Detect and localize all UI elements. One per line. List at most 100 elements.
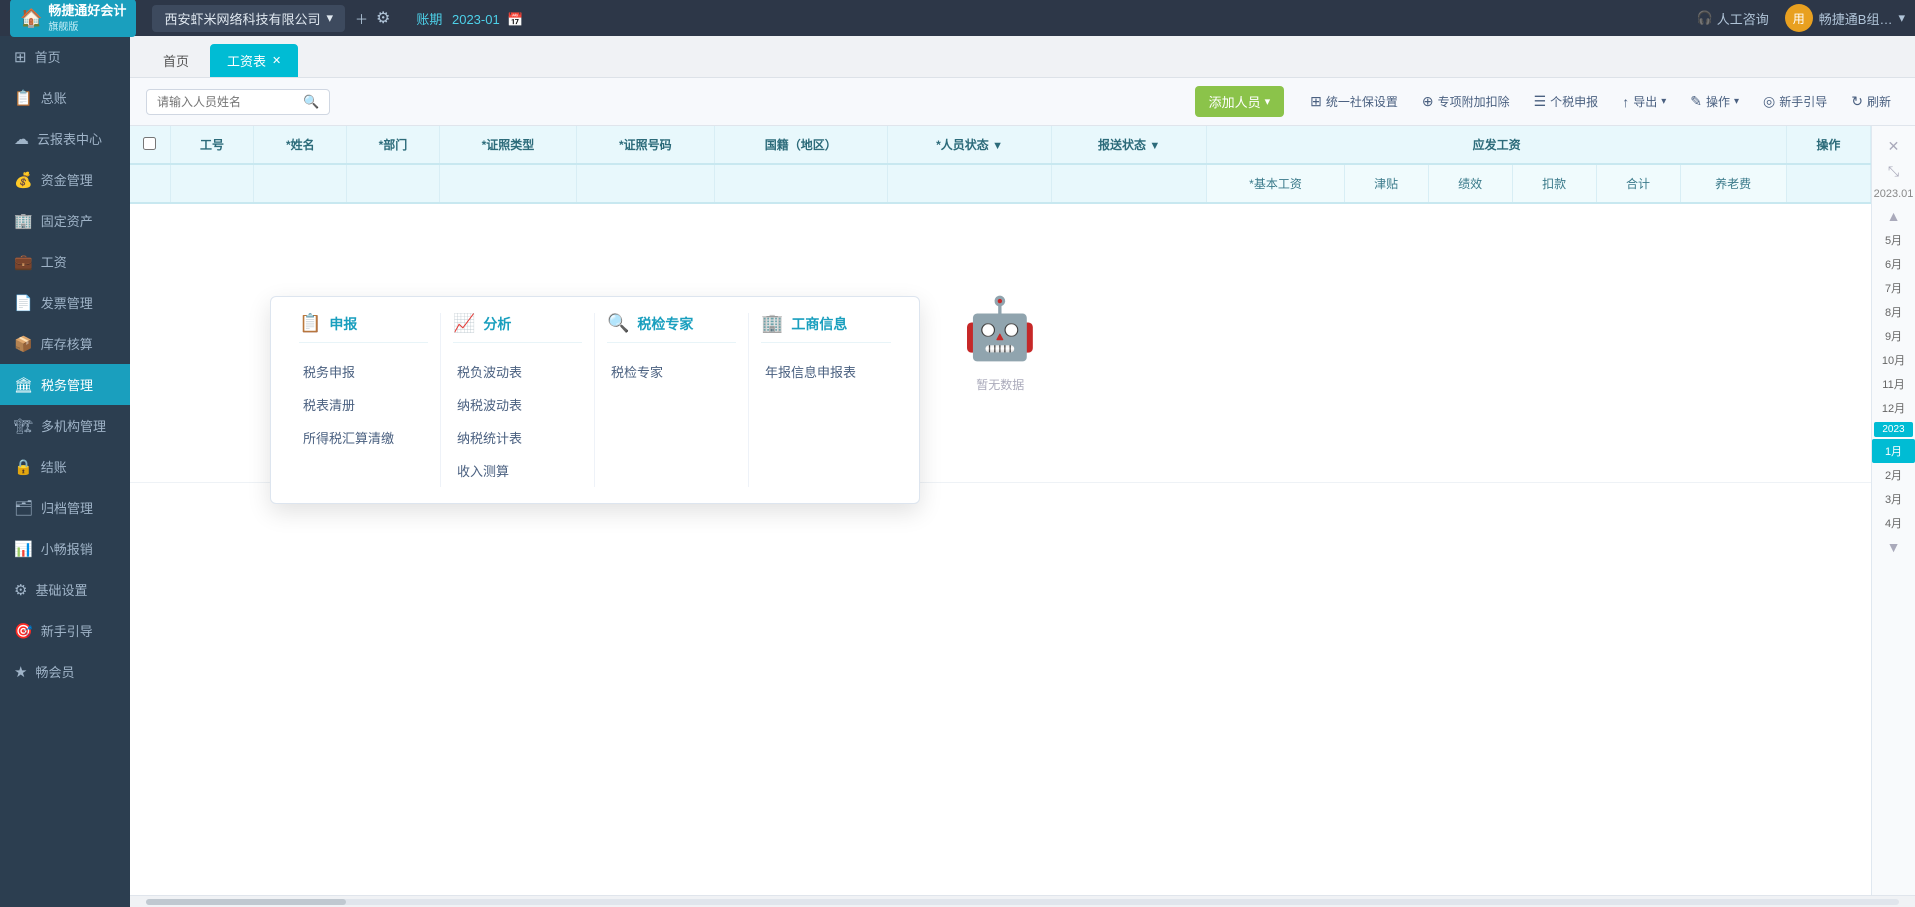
timeline-month-3[interactable]: 3月: [1872, 487, 1915, 511]
search-wrap: 🔍: [146, 89, 330, 115]
timeline-month-1[interactable]: 1月: [1872, 439, 1915, 463]
no-data-icon: 🤖: [963, 293, 1038, 364]
status-filter-icon[interactable]: ▼: [992, 140, 1003, 152]
header-period: 账期 2023-01 📅: [410, 9, 523, 28]
operation-btn[interactable]: ✎ 操作 ▾: [1682, 89, 1747, 114]
report-filter-icon[interactable]: ▼: [1149, 140, 1160, 152]
timeline-current-year: 2023: [1874, 422, 1913, 437]
th-sub-empty-6: [714, 164, 888, 203]
sidebar-item-member[interactable]: ★ 畅会员: [0, 651, 130, 692]
scroll-thumb[interactable]: [146, 899, 346, 905]
main-layout: ⊞ 首页 📋 总账 ☁ 云报表中心 💰 资金管理 🏢 固定资产 💼 工资 📄 发…: [0, 36, 1915, 907]
popup-item-income-settlement[interactable]: 所得税汇算清缴: [299, 421, 428, 454]
fen-xi-label: 分析: [483, 314, 511, 334]
sidebar-label-guide: 新手引导: [41, 621, 93, 640]
guide-icon: 🎯: [14, 622, 33, 640]
export-btn[interactable]: ↑ 导出 ▾: [1614, 89, 1674, 114]
user-chevron-icon: ▾: [1898, 10, 1905, 26]
timeline-month-6[interactable]: 6月: [1872, 252, 1915, 276]
user-area[interactable]: 用 畅捷通B组… ▾: [1785, 4, 1905, 32]
sidebar-item-invoice[interactable]: 📄 发票管理: [0, 282, 130, 323]
select-all-checkbox[interactable]: [143, 137, 156, 150]
timeline-expand-icon[interactable]: ⤡: [1884, 159, 1903, 184]
th-report-status: 报送状态 ▼: [1052, 126, 1207, 164]
timeline-month-4[interactable]: 4月: [1872, 511, 1915, 535]
th-sub-empty-2: [254, 164, 347, 203]
header-right: 🎧 人工咨询 用 畅捷通B组… ▾: [1697, 4, 1905, 32]
timeline-month-7[interactable]: 7月: [1872, 276, 1915, 300]
popup-item-annual-report[interactable]: 年报信息申报表: [761, 355, 891, 388]
sidebar-item-tax[interactable]: 🏛 税务管理: [0, 364, 130, 405]
th-wage-group: 应发工资: [1207, 126, 1787, 164]
fen-xi-icon: 📈: [453, 313, 475, 334]
salary-icon: 💼: [14, 253, 33, 271]
support-button[interactable]: 🎧 人工咨询: [1697, 9, 1769, 28]
timeline-up-arrow[interactable]: ▲: [1883, 204, 1905, 228]
popup-item-tax-table[interactable]: 税表清册: [299, 388, 428, 421]
popup-item-tax-rate-fluctuation[interactable]: 纳税波动表: [453, 388, 582, 421]
tab-salary-label: 工资表: [227, 51, 266, 70]
popup-item-tax-declaration[interactable]: 税务申报: [299, 355, 428, 388]
timeline-close-icon[interactable]: ✕: [1884, 134, 1904, 159]
timeline-month-10[interactable]: 10月: [1872, 348, 1915, 372]
sidebar-label-cloud: 云报表中心: [37, 129, 102, 148]
search-input[interactable]: [157, 95, 297, 109]
sidebar-label-fund: 资金管理: [41, 170, 93, 189]
timeline-month-8[interactable]: 8月: [1872, 300, 1915, 324]
sidebar-item-stock[interactable]: 📦 库存核算: [0, 323, 130, 364]
refresh-btn[interactable]: ↻ 刷新: [1843, 89, 1899, 114]
add-company-icon[interactable]: ＋: [355, 9, 368, 28]
timeline-month-5[interactable]: 5月: [1872, 228, 1915, 252]
sidebar-label-invoice: 发票管理: [41, 293, 93, 312]
report-icon: 📊: [14, 540, 33, 558]
scroll-track: [146, 899, 1899, 905]
refresh-label: 刷新: [1867, 93, 1891, 110]
bottom-scrollbar[interactable]: [130, 895, 1915, 907]
popup-item-tax-expert[interactable]: 税检专家: [607, 355, 736, 388]
sidebar-item-close[interactable]: 🔒 结账: [0, 446, 130, 487]
sidebar-item-archive[interactable]: 🗂 归档管理: [0, 487, 130, 528]
period-value[interactable]: 2023-01: [452, 12, 500, 27]
timeline-month-11[interactable]: 11月: [1872, 372, 1915, 396]
add-person-button[interactable]: 添加人员 ▾: [1195, 86, 1285, 117]
popup-item-tax-stat[interactable]: 纳税统计表: [453, 421, 582, 454]
deduction-btn[interactable]: ⊕ 专项附加扣除: [1414, 89, 1518, 114]
search-icon[interactable]: 🔍: [303, 94, 319, 110]
sidebar-item-cloud[interactable]: ☁ 云报表中心: [0, 118, 130, 159]
tab-close-icon[interactable]: ✕: [272, 54, 281, 67]
calendar-icon[interactable]: 📅: [507, 12, 523, 27]
gong-shang-icon: 🏢: [761, 313, 783, 334]
th-id-number: *证照号码: [577, 126, 714, 164]
sidebar-item-ledger[interactable]: 📋 总账: [0, 77, 130, 118]
sidebar-item-fund[interactable]: 💰 资金管理: [0, 159, 130, 200]
popup-item-income-forecast[interactable]: 收入测算: [453, 454, 582, 487]
timeline-down-arrow[interactable]: ▼: [1883, 535, 1905, 559]
tab-salary-table[interactable]: 工资表 ✕: [210, 44, 298, 77]
timeline-month-2[interactable]: 2月: [1872, 463, 1915, 487]
popup-item-tax-fluctuation[interactable]: 税负波动表: [453, 355, 582, 388]
sidebar-item-salary[interactable]: 💼 工资: [0, 241, 130, 282]
sidebar-item-report[interactable]: 📊 小畅报销: [0, 528, 130, 569]
tab-home[interactable]: 首页: [146, 44, 206, 77]
sidebar-item-assets[interactable]: 🏢 固定资产: [0, 200, 130, 241]
tax-return-label: 个税申报: [1550, 93, 1598, 110]
sidebar-item-multi[interactable]: 🏗 多机构管理: [0, 405, 130, 446]
tax-return-btn[interactable]: ☰ 个税申报: [1526, 89, 1607, 114]
timeline-month-12[interactable]: 12月: [1872, 396, 1915, 420]
assets-icon: 🏢: [14, 212, 33, 230]
sidebar-item-basic[interactable]: ⚙ 基础设置: [0, 569, 130, 610]
right-timeline: ✕ ⤡ 2023.01 ▲ 5月 6月 7月 8月 9月 10月 11月 12月…: [1871, 126, 1915, 895]
th-checkbox[interactable]: [130, 126, 170, 164]
sidebar-item-home[interactable]: ⊞ 首页: [0, 36, 130, 77]
guide-btn[interactable]: ◎ 新手引导: [1755, 89, 1835, 114]
guide-btn-label: 新手引导: [1779, 93, 1827, 110]
operation-icon: ✎: [1690, 93, 1702, 110]
social-security-btn[interactable]: ⊞ 统一社保设置: [1302, 89, 1406, 114]
company-selector[interactable]: 西安虾米网络科技有限公司 ▾: [152, 5, 345, 32]
timeline-month-9[interactable]: 9月: [1872, 324, 1915, 348]
settings-icon[interactable]: ⚙: [376, 8, 390, 28]
sidebar-item-guide[interactable]: 🎯 新手引导: [0, 610, 130, 651]
logo-icon: 🏠: [20, 8, 42, 29]
close-ledger-icon: 🔒: [14, 458, 33, 476]
logo-area[interactable]: 🏠 畅捷通好会计 旗舰版: [10, 0, 136, 37]
